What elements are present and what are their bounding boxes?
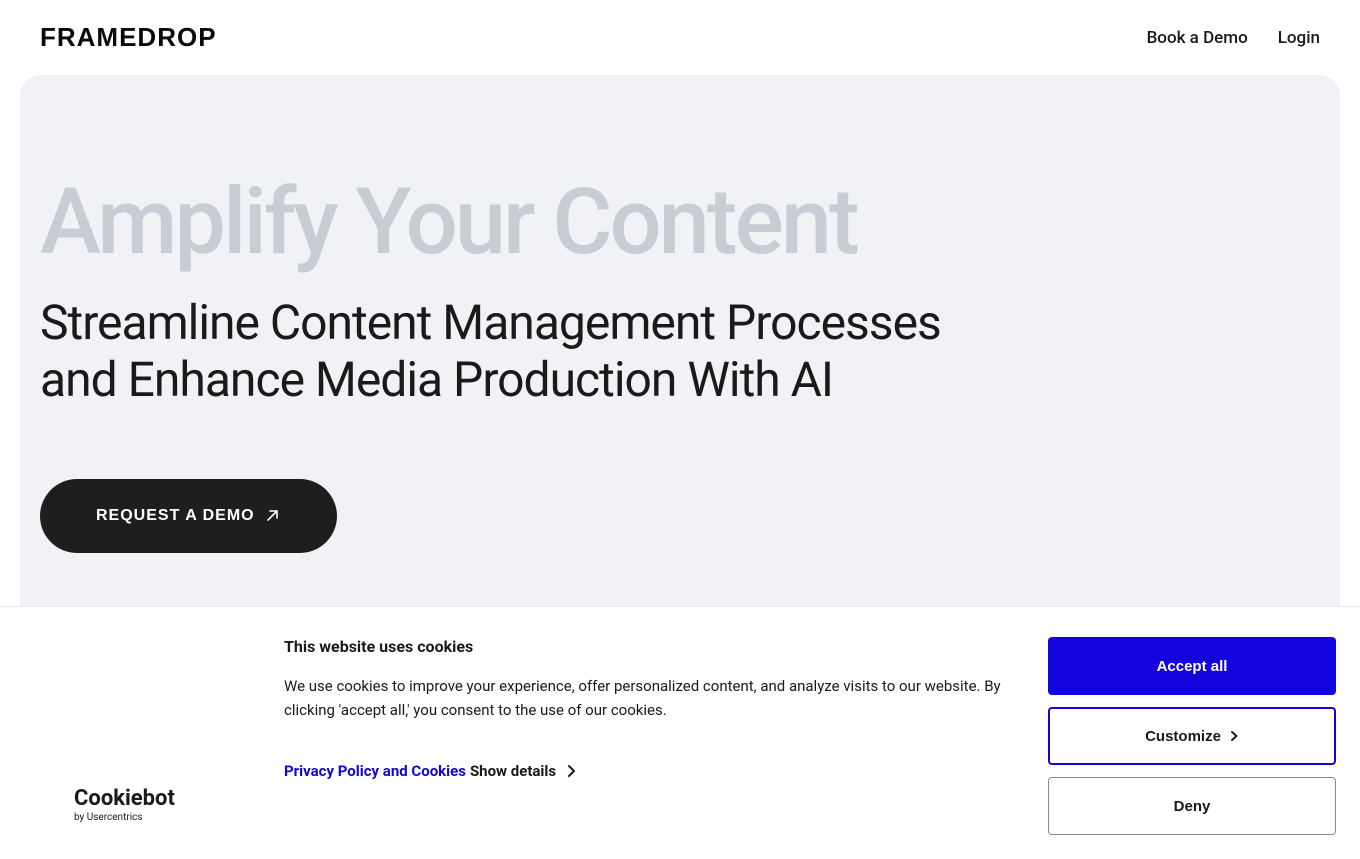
arrow-up-right-icon	[265, 508, 281, 524]
show-details-toggle[interactable]: Show details	[470, 762, 576, 780]
cookie-buttons: Accept all Customize Deny	[1048, 637, 1336, 835]
nav-login[interactable]: Login	[1278, 28, 1320, 48]
cookie-provider-logo[interactable]: Cookiebot by Usercentrics	[24, 637, 264, 835]
accept-all-label: Accept all	[1157, 658, 1228, 675]
hero-title: Amplify Your Content	[40, 175, 1320, 272]
customize-button[interactable]: Customize	[1048, 707, 1336, 765]
cookie-description: We use cookies to improve your experienc…	[284, 674, 1018, 722]
cookie-heading: This website uses cookies	[284, 637, 1018, 656]
hero-subtitle: Streamline Content Management Processes …	[40, 294, 1320, 409]
deny-label: Deny	[1174, 798, 1211, 815]
show-details-label: Show details	[470, 762, 556, 780]
hero-subtitle-line1: Streamline Content Management Processes	[40, 294, 1320, 352]
accept-all-button[interactable]: Accept all	[1048, 637, 1336, 695]
privacy-policy-link[interactable]: Privacy Policy and Cookies	[284, 762, 466, 780]
nav-book-demo[interactable]: Book a Demo	[1147, 28, 1248, 48]
site-header: FRAMEDROP Book a Demo Login	[0, 0, 1360, 75]
cookie-consent-banner: Cookiebot by Usercentrics This website u…	[0, 606, 1360, 859]
cookie-text: This website uses cookies We use cookies…	[264, 637, 1048, 780]
request-demo-button[interactable]: REQUEST A DEMO	[40, 479, 337, 553]
customize-label: Customize	[1145, 728, 1221, 745]
brand-logo[interactable]: FRAMEDROP	[40, 22, 217, 53]
hero-subtitle-line2: and Enhance Media Production With AI	[40, 351, 1320, 409]
deny-button[interactable]: Deny	[1048, 777, 1336, 835]
cta-label: REQUEST A DEMO	[96, 507, 255, 525]
chevron-right-icon	[1229, 729, 1239, 743]
cookiebot-byline: by Usercentrics	[74, 812, 175, 823]
chevron-right-icon	[566, 764, 576, 778]
top-nav: Book a Demo Login	[1147, 28, 1320, 48]
cookiebot-wordmark: Cookiebot	[74, 788, 175, 810]
